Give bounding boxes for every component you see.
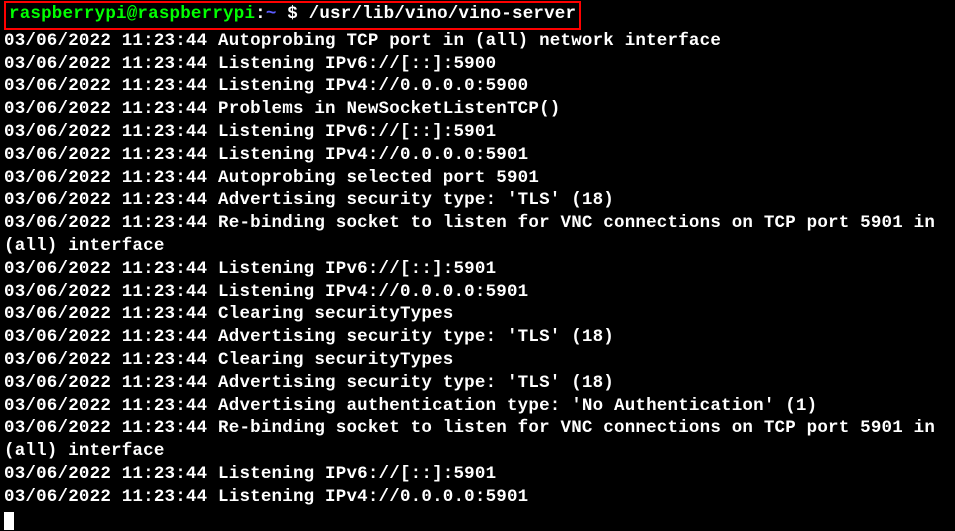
log-line: 03/06/2022 11:23:44 Advertising security… [4,372,951,395]
log-line: 03/06/2022 11:23:44 Clearing securityTyp… [4,303,951,326]
highlight-box: raspberrypi@raspberrypi:~ $ /usr/lib/vin… [4,1,581,30]
prompt-user-host: raspberrypi@raspberrypi [9,4,255,24]
log-line: 03/06/2022 11:23:44 Listening IPv6://[::… [4,258,951,281]
terminal[interactable]: raspberrypi@raspberrypi:~ $ /usr/lib/vin… [4,1,951,531]
log-line: 03/06/2022 11:23:44 Advertising authenti… [4,395,951,418]
log-line: 03/06/2022 11:23:44 Autoprobing selected… [4,167,951,190]
log-line: 03/06/2022 11:23:44 Listening IPv6://[::… [4,53,951,76]
log-line: 03/06/2022 11:23:44 Autoprobing TCP port… [4,30,951,53]
prompt-line: raspberrypi@raspberrypi:~ $ /usr/lib/vin… [4,1,951,30]
log-line: 03/06/2022 11:23:44 Listening IPv6://[::… [4,121,951,144]
log-line: 03/06/2022 11:23:44 Re-binding socket to… [4,417,951,463]
prompt-path: ~ [266,4,277,24]
log-line: 03/06/2022 11:23:44 Problems in NewSocke… [4,98,951,121]
command-text: /usr/lib/vino/vino-server [309,4,577,24]
prompt-separator: : [255,4,266,24]
cursor [4,512,14,530]
log-line: 03/06/2022 11:23:44 Advertising security… [4,326,951,349]
prompt-dollar: $ [277,4,309,24]
log-line: 03/06/2022 11:23:44 Re-binding socket to… [4,212,951,258]
log-line: 03/06/2022 11:23:44 Listening IPv4://0.0… [4,75,951,98]
log-line: 03/06/2022 11:23:44 Advertising security… [4,189,951,212]
log-line: 03/06/2022 11:23:44 Clearing securityTyp… [4,349,951,372]
log-line: 03/06/2022 11:23:44 Listening IPv4://0.0… [4,144,951,167]
log-line: 03/06/2022 11:23:44 Listening IPv4://0.0… [4,281,951,304]
log-line: 03/06/2022 11:23:44 Listening IPv4://0.0… [4,486,951,509]
log-line: 03/06/2022 11:23:44 Listening IPv6://[::… [4,463,951,486]
